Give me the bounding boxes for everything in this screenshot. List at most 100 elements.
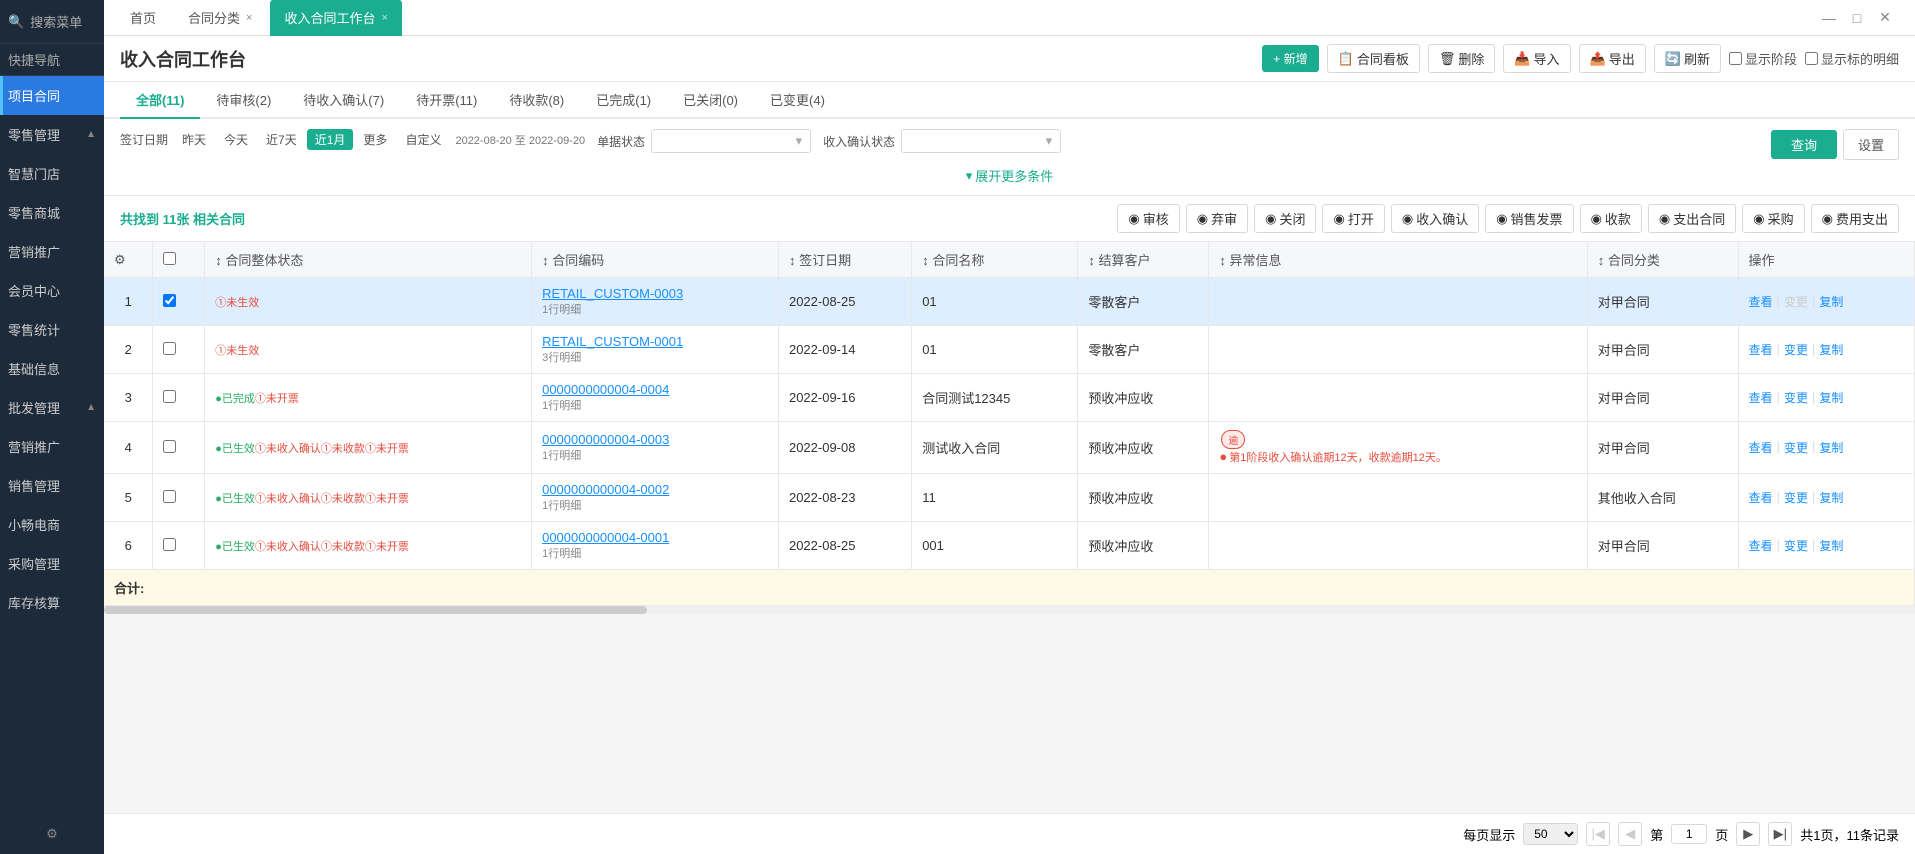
sidebar-item-smart_store[interactable]: 智慧门店 bbox=[0, 154, 104, 193]
contract-code-link[interactable]: 0000000000004-0001 bbox=[542, 530, 768, 545]
sub-tab-changed[interactable]: 已变更(4) bbox=[754, 82, 841, 119]
action-btn-collect[interactable]: ◉收款 bbox=[1580, 204, 1642, 233]
table-row[interactable]: 1①未生效RETAIL_CUSTOM-00031行明细2022-08-2501零… bbox=[104, 278, 1915, 326]
sidebar-item-member[interactable]: 会员中心 bbox=[0, 271, 104, 310]
tab-income_workbench[interactable]: 收入合同工作台× bbox=[270, 0, 401, 36]
action-查看[interactable]: 查看 bbox=[1749, 389, 1773, 406]
table-row[interactable]: 3●已完成①未开票0000000000004-00041行明细2022-09-1… bbox=[104, 374, 1915, 422]
doc-status-select[interactable]: ▾ bbox=[651, 129, 811, 153]
sub-tab-pending_review[interactable]: 待审核(2) bbox=[200, 82, 287, 119]
action-变更[interactable]: 变更 bbox=[1784, 489, 1808, 506]
sidebar-item-ecommerce[interactable]: 零售商城 bbox=[0, 193, 104, 232]
table-scroll-area[interactable]: ⚙ ↕ 合同整体状态 ↕ 合同编码 ↕ 签订日期 ↕ 合同名称 ↕ 结算客户 ↕… bbox=[104, 242, 1915, 614]
action-复制[interactable]: 复制 bbox=[1819, 439, 1843, 456]
query-button[interactable]: 查询 bbox=[1771, 130, 1837, 159]
action-复制[interactable]: 复制 bbox=[1819, 537, 1843, 554]
sidebar-item-purchase[interactable]: 采购管理 bbox=[0, 544, 104, 583]
date-filter-last7[interactable]: 近7天 bbox=[258, 129, 305, 150]
sub-tab-pending_invoice[interactable]: 待开票(11) bbox=[400, 82, 493, 119]
tab-contract_cat[interactable]: 合同分类× bbox=[174, 0, 266, 36]
income-confirm-select[interactable]: ▾ bbox=[901, 129, 1061, 153]
col-checkbox[interactable] bbox=[153, 242, 205, 278]
action-btn-print[interactable]: ◉打开 bbox=[1322, 204, 1384, 233]
contract-code-link[interactable]: 0000000000004-0003 bbox=[542, 432, 768, 447]
row-checkbox[interactable] bbox=[163, 390, 176, 403]
row-checkbox[interactable] bbox=[163, 342, 176, 355]
add-button[interactable]: + 新增 bbox=[1262, 45, 1318, 72]
sub-tab-pending_collection[interactable]: 待收款(8) bbox=[493, 82, 580, 119]
action-btn-review[interactable]: ◉审核 bbox=[1117, 204, 1179, 233]
row-checkbox[interactable] bbox=[163, 538, 176, 551]
date-filter-yesterday[interactable]: 昨天 bbox=[174, 129, 214, 150]
table-row[interactable]: 5●已生效①未收入确认①未收款①未开票0000000000004-00021行明… bbox=[104, 474, 1915, 522]
sidebar-item-inventory[interactable]: 库存核算 bbox=[0, 583, 104, 622]
action-btn-purchase[interactable]: ◉采购 bbox=[1742, 204, 1804, 233]
page-nav-prev[interactable]: ◀ bbox=[1618, 822, 1642, 846]
sub-tab-closed[interactable]: 已关闭(0) bbox=[667, 82, 754, 119]
action-复制[interactable]: 复制 bbox=[1819, 489, 1843, 506]
action-变更[interactable]: 变更 bbox=[1784, 537, 1808, 554]
contract-code-link[interactable]: RETAIL_CUSTOM-0003 bbox=[542, 286, 768, 301]
action-btn-income_confirm[interactable]: ◉收入确认 bbox=[1391, 204, 1479, 233]
contract-code-link[interactable]: 0000000000004-0002 bbox=[542, 482, 768, 497]
expand-conditions-button[interactable]: ▾ 展开更多条件 bbox=[966, 166, 1054, 185]
date-filter-today[interactable]: 今天 bbox=[216, 129, 256, 150]
sub-tab-pending_income_confirm[interactable]: 待收入确认(7) bbox=[287, 82, 400, 119]
table-row[interactable]: 4●已生效①未收入确认①未收款①未开票0000000000004-00031行明… bbox=[104, 422, 1915, 474]
minimize-button[interactable]: — bbox=[1819, 8, 1839, 28]
table-row[interactable]: 2①未生效RETAIL_CUSTOM-00013行明细2022-09-1401零… bbox=[104, 326, 1915, 374]
contract-board-button[interactable]: 📋 合同看板 bbox=[1327, 44, 1420, 73]
action-变更[interactable]: 变更 bbox=[1784, 341, 1808, 358]
horizontal-scrollbar[interactable] bbox=[104, 606, 1915, 614]
row-checkbox[interactable] bbox=[163, 440, 176, 453]
action-查看[interactable]: 查看 bbox=[1749, 537, 1773, 554]
action-复制[interactable]: 复制 bbox=[1819, 389, 1843, 406]
action-btn-sales_invoice[interactable]: ◉销售发票 bbox=[1485, 204, 1573, 233]
action-查看[interactable]: 查看 bbox=[1749, 293, 1773, 310]
sub-tab-completed[interactable]: 已完成(1) bbox=[580, 82, 667, 119]
contract-code-link[interactable]: RETAIL_CUSTOM-0001 bbox=[542, 334, 768, 349]
delete-button[interactable]: 🗑 删除 bbox=[1428, 44, 1496, 73]
export-button[interactable]: 📤 导出 bbox=[1579, 44, 1646, 73]
sidebar-search[interactable]: 🔍 搜索菜单 bbox=[0, 0, 104, 44]
maximize-button[interactable]: □ bbox=[1847, 8, 1867, 28]
page-nav-next[interactable]: ▶ bbox=[1736, 822, 1760, 846]
filter-setting-button[interactable]: 设置 bbox=[1843, 129, 1899, 160]
sidebar-quick-nav[interactable]: 快捷导航 bbox=[0, 44, 104, 76]
date-filter-custom[interactable]: 自定义 bbox=[397, 129, 449, 150]
action-变更[interactable]: 变更 bbox=[1784, 389, 1808, 406]
sidebar-item-xiaochangec[interactable]: 小畅电商 bbox=[0, 505, 104, 544]
sidebar-item-retail[interactable]: 零售管理▲ bbox=[0, 115, 104, 154]
row-checkbox[interactable] bbox=[163, 294, 176, 307]
date-filter-last1month[interactable]: 近1月 bbox=[307, 129, 354, 150]
sidebar-item-sales[interactable]: 销售管理 bbox=[0, 466, 104, 505]
tab-close-icon[interactable]: × bbox=[246, 12, 252, 24]
select-all-checkbox[interactable] bbox=[163, 252, 176, 265]
col-settings[interactable]: ⚙ bbox=[104, 242, 153, 278]
action-复制[interactable]: 复制 bbox=[1819, 293, 1843, 310]
tab-home[interactable]: 首页 bbox=[116, 0, 170, 36]
import-button[interactable]: 📥 导入 bbox=[1503, 44, 1570, 73]
action-查看[interactable]: 查看 bbox=[1749, 489, 1773, 506]
action-查看[interactable]: 查看 bbox=[1749, 439, 1773, 456]
sub-tab-all[interactable]: 全部(11) bbox=[120, 82, 200, 119]
action-btn-out_contract[interactable]: ◉支出合同 bbox=[1648, 204, 1736, 233]
sidebar-item-marketing2[interactable]: 营销推广 bbox=[0, 427, 104, 466]
sidebar-item-project[interactable]: 项目合同 bbox=[0, 76, 104, 115]
table-row[interactable]: 6●已生效①未收入确认①未收款①未开票0000000000004-00011行明… bbox=[104, 522, 1915, 570]
action-变更[interactable]: 变更 bbox=[1784, 439, 1808, 456]
action-btn-expense_out[interactable]: ◉费用支出 bbox=[1811, 204, 1899, 233]
show-fields-checkbox[interactable]: 显示阶段 bbox=[1729, 49, 1797, 68]
sidebar-item-retail_stat[interactable]: 零售统计 bbox=[0, 310, 104, 349]
action-btn-abandon[interactable]: ◉弃审 bbox=[1186, 204, 1248, 233]
scrollbar-thumb[interactable] bbox=[104, 606, 647, 614]
page-size-select[interactable]: 50 20 100 bbox=[1523, 823, 1578, 845]
action-复制[interactable]: 复制 bbox=[1819, 341, 1843, 358]
page-nav-first[interactable]: |◀ bbox=[1586, 822, 1610, 846]
sidebar-item-wholesale[interactable]: 批发管理▲ bbox=[0, 388, 104, 427]
show-details-checkbox[interactable]: 显示标的明细 bbox=[1805, 49, 1899, 68]
date-filter-more[interactable]: 更多 bbox=[355, 129, 395, 150]
page-number-input[interactable] bbox=[1671, 824, 1707, 844]
sidebar-item-basic[interactable]: 基础信息 bbox=[0, 349, 104, 388]
sidebar-item-marketing[interactable]: 营销推广 bbox=[0, 232, 104, 271]
